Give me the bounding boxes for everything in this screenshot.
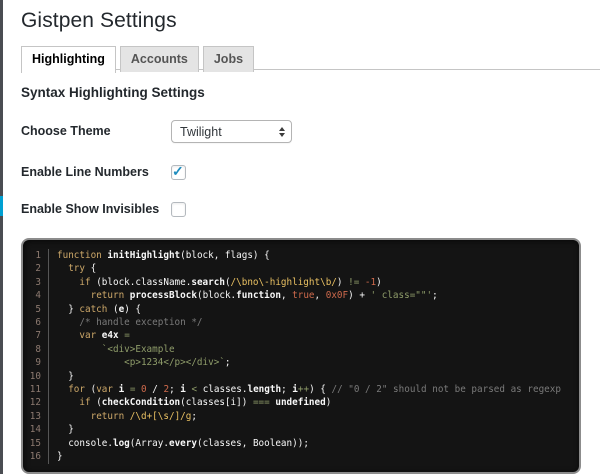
theme-row: Choose Theme Twilight xyxy=(21,120,580,143)
theme-select-value: Twilight xyxy=(180,124,222,139)
line-number: 14 xyxy=(23,423,49,437)
settings-form: Choose Theme Twilight Enable Line Number… xyxy=(21,120,580,217)
line-number: 15 xyxy=(23,436,49,451)
code-line: 5 } catch (e) { xyxy=(23,302,573,317)
line-numbers-label: Enable Line Numbers xyxy=(21,165,149,179)
code-line: 7 var e4x = xyxy=(23,329,573,343)
line-number: 12 xyxy=(23,396,49,410)
line-number: 6 xyxy=(23,316,49,330)
code-line: 8 `<div>Example xyxy=(23,342,573,357)
code-text: if (block.className.search(/\bno\-highli… xyxy=(79,276,382,288)
settings-page: Gistpen Settings Highlighting Accounts Job… xyxy=(0,0,600,474)
code-text: console.log(Array.every(classes, Boolean… xyxy=(57,437,309,449)
line-number: 4 xyxy=(23,289,49,303)
line-number: 2 xyxy=(23,262,49,276)
code-text: } xyxy=(57,451,63,463)
admin-menu-collapse-notch[interactable] xyxy=(0,196,3,216)
theme-label: Choose Theme xyxy=(21,124,111,138)
theme-select[interactable]: Twilight xyxy=(171,120,292,143)
invisibles-row: Enable Show Invisibles xyxy=(21,201,580,217)
line-number: 8 xyxy=(23,342,49,357)
code-text: for (var i = 0 / 2; i < classes.length; … xyxy=(68,384,561,396)
line-number: 9 xyxy=(23,356,49,370)
code-text: } catch (e) { xyxy=(57,303,141,315)
code-text: } xyxy=(57,424,74,436)
code-line: 11 for (var i = 0 / 2; i < classes.lengt… xyxy=(23,383,573,397)
code-line: 1 function initHighlight(block, flags) { xyxy=(23,249,573,263)
code-line: 16} xyxy=(23,450,573,464)
code-lines: 1 function initHighlight(block, flags) {2… xyxy=(23,249,573,464)
code-line: 2 try { xyxy=(23,262,573,276)
line-number: 13 xyxy=(23,409,49,424)
line-number: 3 xyxy=(23,275,49,290)
line-number: 5 xyxy=(23,302,49,317)
section-heading: Syntax Highlighting Settings xyxy=(21,85,205,100)
code-line: 13 return /\d+[\s/]/g; xyxy=(23,409,573,424)
line-number: 7 xyxy=(23,329,49,343)
code-text: <p>1234</p></div>`; xyxy=(124,357,231,369)
code-line: 4 return processBlock(block.function, tr… xyxy=(23,289,573,303)
invisibles-label: Enable Show Invisibles xyxy=(21,202,160,216)
code-text: function initHighlight(block, flags) { xyxy=(57,250,270,261)
code-text: `<div>Example xyxy=(101,343,175,355)
code-text: try { xyxy=(68,263,97,275)
code-text: if (checkCondition(classes[i]) === undef… xyxy=(79,397,332,409)
code-text: var e4x = xyxy=(79,330,130,342)
tab-jobs[interactable]: Jobs xyxy=(202,46,255,72)
line-numbers-checkbox[interactable]: ✓ xyxy=(171,163,186,180)
code-line: 12 if (checkCondition(classes[i]) === un… xyxy=(23,396,573,410)
code-line: 6 /* handle exception */ xyxy=(23,316,573,330)
admin-menu-edge xyxy=(0,0,3,474)
page-title: Gistpen Settings xyxy=(21,9,177,32)
code-line: 10 } xyxy=(23,369,573,384)
tab-accounts[interactable]: Accounts xyxy=(119,46,199,72)
code-preview: 1 function initHighlight(block, flags) {2… xyxy=(21,238,581,474)
code-text: return /\d+[\s/]/g; xyxy=(90,410,197,422)
line-number: 11 xyxy=(23,383,49,397)
invisibles-checkbox[interactable] xyxy=(171,202,186,217)
code-line: 14 } xyxy=(23,423,573,437)
code-line: 9 <p>1234</p></div>`; xyxy=(23,356,573,370)
line-number: 16 xyxy=(23,450,49,464)
line-number: 10 xyxy=(23,369,49,384)
line-numbers-row: Enable Line Numbers ✓ xyxy=(21,163,580,180)
code-text: /* handle exception */ xyxy=(79,317,203,329)
tab-bar: Highlighting Accounts Jobs xyxy=(21,44,600,73)
line-number: 1 xyxy=(23,249,49,263)
select-stepper-icon xyxy=(277,126,287,137)
tab-highlighting[interactable]: Highlighting xyxy=(21,46,116,73)
checkmark-icon: ✓ xyxy=(172,163,184,179)
code-text: return processBlock(block.function, true… xyxy=(90,290,438,302)
code-line: 3 if (block.className.search(/\bno\-high… xyxy=(23,275,573,290)
code-line: 15 console.log(Array.every(classes, Bool… xyxy=(23,436,573,451)
code-text: } xyxy=(57,370,74,382)
